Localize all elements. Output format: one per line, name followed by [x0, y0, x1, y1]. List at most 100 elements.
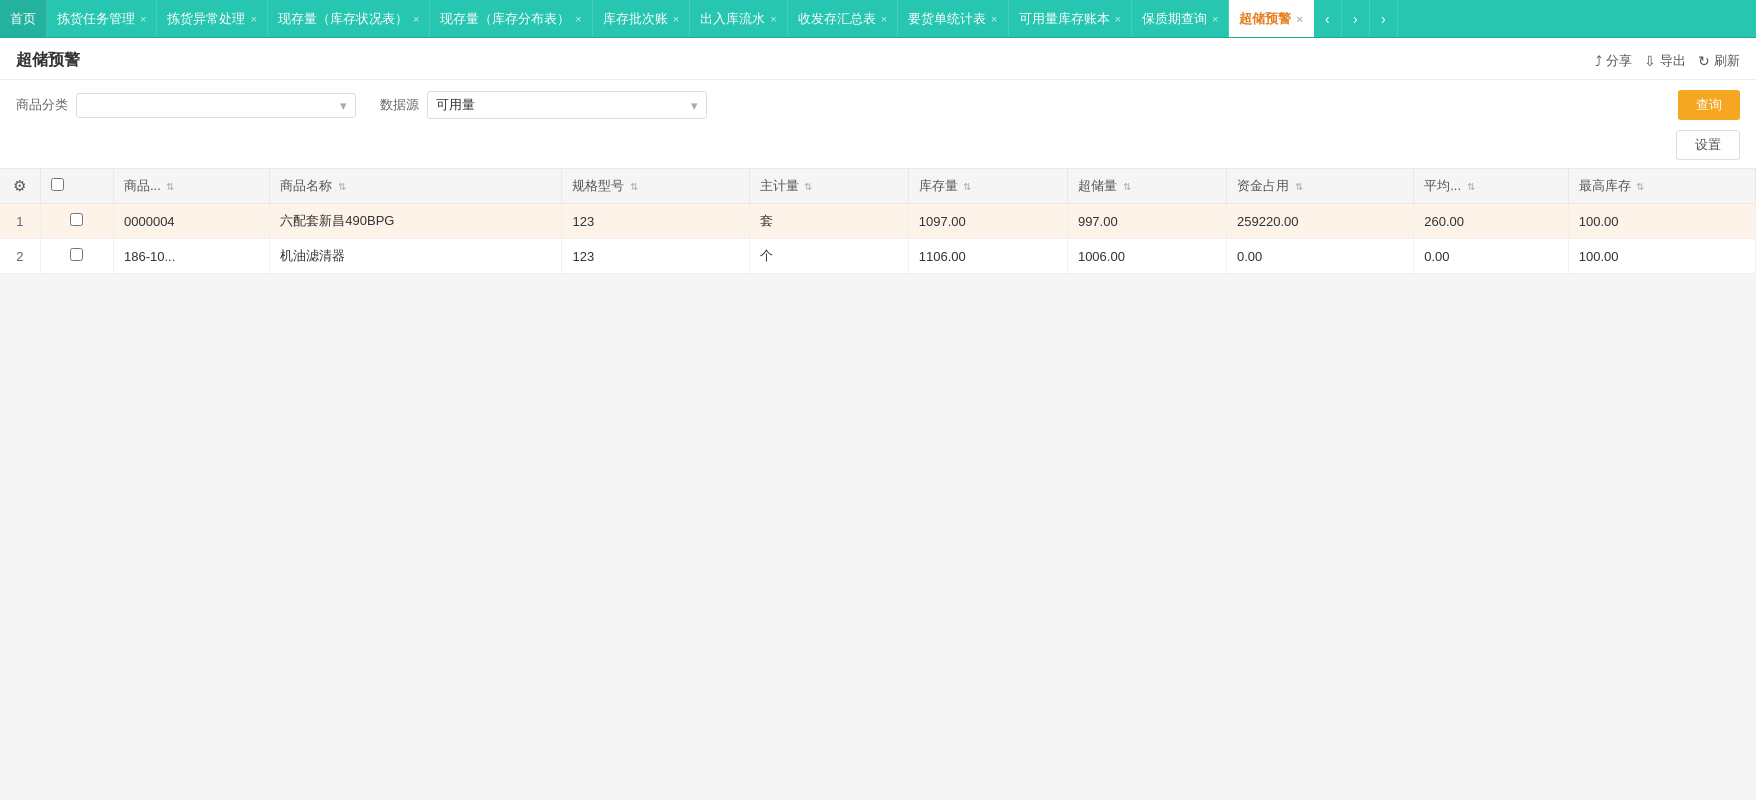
product-code-cell: 0000004 — [113, 204, 269, 239]
share-button[interactable]: ⤴ 分享 — [1595, 52, 1632, 70]
col-max-stock[interactable]: 最高库存 ⇅ — [1568, 169, 1755, 204]
col-stock[interactable]: 库存量 ⇅ — [908, 169, 1067, 204]
product-category-label: 商品分类 — [16, 96, 68, 114]
export-button[interactable]: ⇩ 导出 — [1644, 52, 1686, 70]
max-stock-cell: 100.00 — [1568, 204, 1755, 239]
page-header: 超储预警 ⤴ 分享 ⇩ 导出 ↻ 刷新 — [0, 38, 1756, 80]
data-source-arrow: ▾ — [691, 98, 698, 113]
row-checkbox[interactable] — [70, 248, 83, 261]
share-icon: ⤴ — [1595, 53, 1602, 69]
nav-stock-status[interactable]: 现存量（库存状况表） × — [268, 0, 430, 37]
max-stock-cell: 100.00 — [1568, 239, 1755, 274]
sort-avg: ⇅ — [1467, 181, 1475, 192]
close-pick-task[interactable]: × — [140, 13, 146, 25]
col-capital[interactable]: 资金占用 ⇅ — [1227, 169, 1414, 204]
table-row: 2186-10...机油滤清器123个1106.001006.000.000.0… — [0, 239, 1756, 274]
row-checkbox-cell — [40, 204, 113, 239]
nav-more[interactable]: › — [1370, 0, 1398, 37]
nav-pick-task[interactable]: 拣货任务管理 × — [47, 0, 157, 37]
product-name-cell: 六配套新昌490BPG — [270, 204, 562, 239]
col-avg[interactable]: 平均... ⇅ — [1414, 169, 1568, 204]
col-product-code[interactable]: 商品... ⇅ — [113, 169, 269, 204]
over-stock-cell: 997.00 — [1067, 204, 1226, 239]
product-code-cell: 186-10... — [113, 239, 269, 274]
header-actions: ⤴ 分享 ⇩ 导出 ↻ 刷新 — [1595, 52, 1740, 70]
avg-cell: 0.00 — [1414, 239, 1568, 274]
page-title: 超储预警 — [16, 50, 80, 71]
spec-cell: 123 — [562, 204, 749, 239]
col-gear[interactable]: ⚙ — [0, 169, 40, 204]
main-table: ⚙ 商品... ⇅ 商品名称 ⇅ 规格型号 ⇅ — [0, 168, 1756, 274]
product-category-filter: 商品分类 ▾ — [16, 93, 356, 118]
data-source-value: 可用量 — [436, 96, 475, 114]
row-checkbox-cell — [40, 239, 113, 274]
nav-overstock[interactable]: 超储预警 × — [1229, 0, 1313, 37]
col-spec[interactable]: 规格型号 ⇅ — [562, 169, 749, 204]
query-button[interactable]: 查询 — [1678, 90, 1740, 120]
sort-unit: ⇅ — [804, 181, 812, 192]
close-stock-status[interactable]: × — [413, 13, 419, 25]
refresh-button[interactable]: ↻ 刷新 — [1698, 52, 1740, 70]
close-flow[interactable]: × — [770, 13, 776, 25]
export-icon: ⇩ — [1644, 53, 1656, 69]
col-over-stock[interactable]: 超储量 ⇅ — [1067, 169, 1226, 204]
close-stock-dist[interactable]: × — [575, 13, 581, 25]
settings-button[interactable]: 设置 — [1676, 130, 1740, 160]
sort-over-stock: ⇅ — [1123, 181, 1131, 192]
col-product-name[interactable]: 商品名称 ⇅ — [270, 169, 562, 204]
data-source-filter: 数据源 可用量 ▾ — [380, 91, 707, 119]
filter-actions: 查询 — [1678, 90, 1740, 120]
close-pick-exception[interactable]: × — [250, 13, 256, 25]
nav-pick-exception[interactable]: 拣货异常处理 × — [157, 0, 267, 37]
nav-flow[interactable]: 出入库流水 × — [690, 0, 787, 37]
sort-product-code: ⇅ — [166, 181, 174, 192]
select-all-checkbox[interactable] — [51, 178, 64, 191]
close-req-stat[interactable]: × — [991, 13, 997, 25]
close-quality-check[interactable]: × — [1212, 13, 1218, 25]
close-overstock[interactable]: × — [1296, 13, 1302, 25]
gear-icon[interactable]: ⚙ — [13, 177, 26, 194]
nav-req-stat[interactable]: 要货单统计表 × — [898, 0, 1008, 37]
table-container: ⚙ 商品... ⇅ 商品名称 ⇅ 规格型号 ⇅ — [0, 168, 1756, 274]
stock-cell: 1106.00 — [908, 239, 1067, 274]
settings-btn-row: 设置 — [0, 130, 1756, 168]
data-source-select[interactable]: 可用量 ▾ — [427, 91, 707, 119]
capital-cell: 259220.00 — [1227, 204, 1414, 239]
sort-max-stock: ⇅ — [1636, 181, 1644, 192]
close-summary[interactable]: × — [881, 13, 887, 25]
table-row: 10000004六配套新昌490BPG123套1097.00997.002592… — [0, 204, 1756, 239]
unit-cell: 套 — [749, 204, 908, 239]
col-checkbox[interactable] — [40, 169, 113, 204]
sort-capital: ⇅ — [1295, 181, 1303, 192]
nav-scroll-left[interactable]: ‹ — [1314, 0, 1342, 37]
row-checkbox[interactable] — [70, 213, 83, 226]
product-category-arrow: ▾ — [340, 98, 347, 113]
filter-row: 商品分类 ▾ 数据源 可用量 ▾ 查询 — [0, 80, 1756, 130]
row-number: 2 — [0, 239, 40, 274]
row-number: 1 — [0, 204, 40, 239]
nav-scroll-right[interactable]: › — [1342, 0, 1370, 37]
nav-stock-dist[interactable]: 现存量（库存分布表） × — [430, 0, 592, 37]
nav-summary[interactable]: 收发存汇总表 × — [788, 0, 898, 37]
nav-home[interactable]: 首页 — [0, 0, 47, 37]
sort-spec: ⇅ — [630, 181, 638, 192]
nav-batch-account[interactable]: 库存批次账 × — [593, 0, 690, 37]
product-name-cell: 机油滤清器 — [270, 239, 562, 274]
col-unit[interactable]: 主计量 ⇅ — [749, 169, 908, 204]
close-batch-account[interactable]: × — [673, 13, 679, 25]
top-nav: 首页 拣货任务管理 × 拣货异常处理 × 现存量（库存状况表） × 现存量（库存… — [0, 0, 1756, 38]
sort-product-name: ⇅ — [338, 181, 346, 192]
close-available-account[interactable]: × — [1115, 13, 1121, 25]
table-header-row: ⚙ 商品... ⇅ 商品名称 ⇅ 规格型号 ⇅ — [0, 169, 1756, 204]
avg-cell: 260.00 — [1414, 204, 1568, 239]
page-container: 超储预警 ⤴ 分享 ⇩ 导出 ↻ 刷新 商品分类 ▾ 数据源 — [0, 38, 1756, 274]
data-source-label: 数据源 — [380, 96, 419, 114]
spec-cell: 123 — [562, 239, 749, 274]
product-category-select[interactable]: ▾ — [76, 93, 356, 118]
over-stock-cell: 1006.00 — [1067, 239, 1226, 274]
sort-stock: ⇅ — [963, 181, 971, 192]
nav-available-account[interactable]: 可用量库存账本 × — [1009, 0, 1132, 37]
refresh-icon: ↻ — [1698, 53, 1710, 69]
unit-cell: 个 — [749, 239, 908, 274]
nav-quality-check[interactable]: 保质期查询 × — [1132, 0, 1229, 37]
